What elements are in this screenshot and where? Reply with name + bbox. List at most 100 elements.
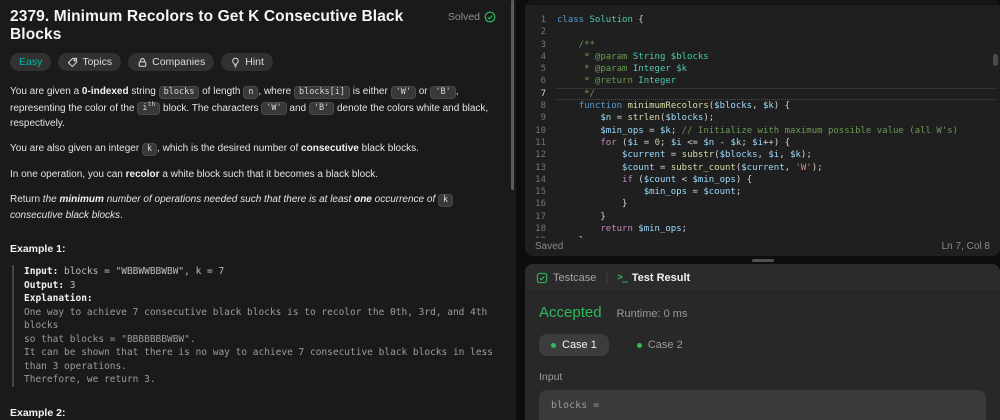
- text-segment: of length: [199, 86, 244, 97]
- line-number: 9: [540, 113, 546, 124]
- code-line[interactable]: 15 $min_ops = $count;: [525, 186, 1000, 198]
- examples: Example 1: Input: blocks = "WBBWWBBWBW", …: [10, 243, 502, 420]
- code-editor-panel: 1 class Solution {2 3 /** 4 * @param String…: [525, 0, 1000, 256]
- example-block: Input: blocks = "WBBWWBBWBW", k = 7 Outpu…: [12, 265, 502, 387]
- solved-label: Solved: [447, 11, 480, 23]
- line-number: 2: [540, 27, 546, 38]
- example-line: Therefore, we return 3.: [24, 374, 156, 386]
- code-line[interactable]: 3 /**: [525, 39, 1000, 51]
- description-paragraph: In one operation, you can recolor a whit…: [10, 167, 502, 183]
- testcase-panel: Testcase | >_ Test Result Accepted Runti…: [525, 264, 1000, 420]
- check-square-icon: [536, 272, 548, 283]
- text-segment: one: [354, 194, 372, 206]
- text-segment: recolor: [125, 168, 160, 180]
- hint-button[interactable]: Hint: [221, 53, 273, 71]
- problem-description: You are given a 0-indexed string blocks …: [10, 84, 502, 223]
- difficulty-badge[interactable]: Easy: [10, 53, 52, 71]
- text-segment: , which is the desired number of: [157, 143, 302, 155]
- companies-label: Companies: [152, 56, 206, 68]
- text-segment: string: [128, 86, 159, 97]
- code-lines[interactable]: 1 class Solution {2 3 /** 4 * @param String…: [525, 5, 1000, 238]
- runtime-value: Runtime: 0 ms: [616, 308, 688, 320]
- case-tab-1[interactable]: Case 1: [539, 334, 609, 356]
- code-line[interactable]: 9 $n = strlen($blocks);: [525, 112, 1000, 124]
- editor-statusbar: Saved Ln 7, Col 8: [535, 241, 990, 252]
- example-line: so that blocks = "BBBBBBBWBW".: [24, 333, 196, 345]
- code-line[interactable]: 1 class Solution {: [525, 14, 1000, 26]
- code-line[interactable]: 6 * @return Integer: [525, 75, 1000, 87]
- line-number: 5: [540, 64, 546, 75]
- case-label: Case 1: [562, 339, 597, 351]
- text-segment: black blocks.: [358, 143, 419, 155]
- code-line[interactable]: 10 $min_ops = $k; // Initialize with max…: [525, 125, 1000, 137]
- example-line: Input: blocks = "WBBWWBBWBW", k = 7: [24, 266, 225, 278]
- inline-code: 'B': [308, 102, 335, 116]
- inline-code: k: [141, 143, 158, 157]
- inline-code: n: [243, 86, 259, 99]
- text-segment: consecutive black blocks: [10, 209, 121, 221]
- line-number: 11: [535, 137, 546, 148]
- tab-testcase[interactable]: Testcase: [536, 272, 596, 284]
- code-line[interactable]: 16 }: [525, 198, 1000, 210]
- case-label: Case 2: [647, 339, 683, 351]
- text-segment: 0-indexed: [81, 86, 129, 97]
- testcase-input-box[interactable]: blocks = "WBBWWBBWBW": [539, 390, 986, 420]
- tab-test-result[interactable]: >_ Test Result: [617, 272, 690, 284]
- text-segment: or: [415, 86, 431, 97]
- text-segment: number of operations needed such that th…: [103, 194, 355, 206]
- text-segment: and: [286, 102, 309, 114]
- tab-separator: |: [605, 271, 609, 284]
- companies-button[interactable]: Companies: [128, 53, 215, 71]
- text-segment: the: [42, 194, 60, 206]
- line-number: 4: [540, 51, 546, 62]
- code-line[interactable]: 17 }: [525, 211, 1000, 223]
- code-line[interactable]: 4 * @param String $blocks: [525, 51, 1000, 63]
- resize-handle[interactable]: [751, 258, 774, 262]
- panel-gap: [525, 256, 1000, 264]
- line-number: 19: [525, 235, 557, 238]
- text-segment: is either: [350, 86, 391, 97]
- line-number: 10: [535, 125, 546, 136]
- line-number: 18: [535, 224, 546, 235]
- text-segment: Return: [10, 194, 43, 206]
- text-segment: , where: [258, 86, 294, 97]
- code-line[interactable]: 18 return $min_ops;: [525, 223, 1000, 235]
- code-line[interactable]: 2: [525, 26, 1000, 38]
- difficulty-label: Easy: [19, 56, 43, 68]
- line-number: 3: [540, 39, 546, 50]
- line-number: 8: [540, 101, 546, 112]
- code-line[interactable]: 7 */: [525, 87, 1000, 101]
- inline-code: 'W': [390, 86, 416, 99]
- terminal-icon: >_: [617, 272, 628, 283]
- code-line[interactable]: 12 $current = substr($blocks, $i, $k);: [525, 149, 1000, 161]
- tag-icon: [68, 57, 78, 67]
- code-line[interactable]: 8 function minimumRecolors($blocks, $k) …: [525, 100, 1000, 112]
- editor-scrollbar[interactable]: [993, 54, 998, 66]
- text-segment: You are also given an integer: [10, 143, 142, 155]
- right-column: 1 class Solution {2 3 /** 4 * @param String…: [525, 0, 1000, 420]
- code-line[interactable]: 19 }: [525, 235, 1000, 238]
- testcase-header: Testcase | >_ Test Result: [525, 264, 1000, 292]
- inline-code: ith: [137, 101, 161, 116]
- lightbulb-icon: [232, 57, 239, 67]
- code-line[interactable]: 11 for ($i = 0; $i <= $n - $k; $i++) {: [525, 137, 1000, 149]
- test-result-body: Accepted Runtime: 0 ms Case 1 Case 2 Inpu…: [525, 292, 1000, 420]
- code-line[interactable]: 13 $count = substr_count($current, 'W');: [525, 162, 1000, 174]
- example-line: It can be shown that there is no way to …: [24, 347, 499, 372]
- example-line: One way to achieve 7 consecutive black b…: [24, 306, 494, 332]
- description-paragraph: You are given a 0-indexed string blocks …: [10, 84, 502, 131]
- example-line: Output: 3: [24, 279, 76, 291]
- text-segment: .: [120, 209, 123, 221]
- left-panel-scrollbar[interactable]: [511, 0, 514, 190]
- code-line[interactable]: 14 if ($count < $min_ops) {: [525, 174, 1000, 186]
- case-status-dot: [636, 342, 642, 348]
- check-circle-icon: [484, 11, 496, 23]
- line-number: 6: [540, 76, 546, 87]
- code-line[interactable]: 5 * @param Integer $k: [525, 63, 1000, 75]
- case-tab-2[interactable]: Case 2: [625, 334, 695, 356]
- topics-button[interactable]: Topics: [58, 53, 122, 71]
- page-title: 2379. Minimum Recolors to Get K Consecut…: [10, 8, 404, 43]
- inline-code: 'W': [261, 102, 287, 116]
- description-paragraph: You are also given an integer k, which i…: [10, 141, 502, 157]
- input-field-name: blocks =: [551, 400, 600, 411]
